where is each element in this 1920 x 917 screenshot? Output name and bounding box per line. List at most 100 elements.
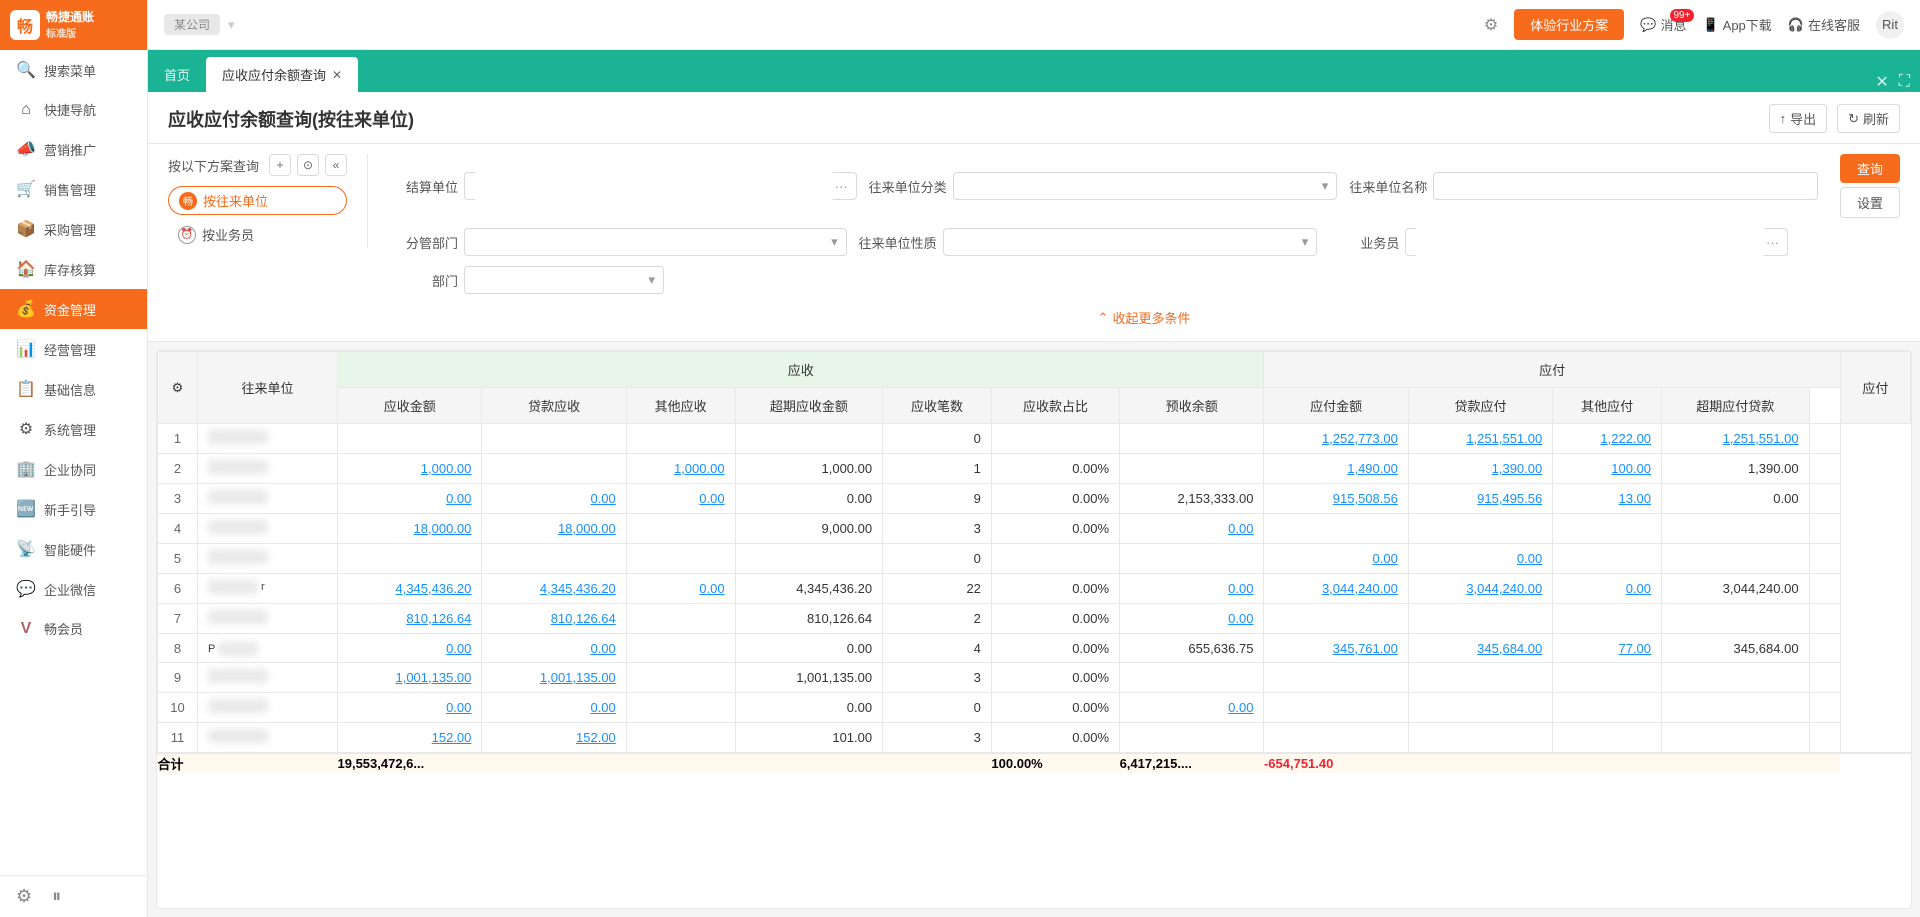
th-prepay: 预收余额: [1120, 388, 1264, 424]
scheme-option-staff[interactable]: ⏰ 按业务员: [168, 221, 347, 248]
sidebar-item-enterprise[interactable]: 🏢 企业协同: [0, 449, 147, 489]
cell-ap-extra: [1809, 604, 1840, 634]
cell-ar-ratio: 0.00%: [991, 574, 1119, 604]
cell-ap-extra: [1809, 663, 1840, 693]
footer-ar-count: [883, 753, 992, 773]
sidebar-item-label: 基础信息: [44, 380, 96, 399]
filter-field-partner-name: 往来单位名称: [1349, 172, 1818, 200]
sidebar-item-management[interactable]: 📊 经营管理: [0, 329, 147, 369]
tab-close-all-icon[interactable]: ✕: [1875, 72, 1888, 92]
department-select[interactable]: ▾: [464, 266, 664, 294]
cell-ar-loan: 1,001,135.00: [482, 663, 626, 693]
partner-name-input[interactable]: [1433, 172, 1818, 200]
export-button[interactable]: ↑ 导出: [1769, 104, 1828, 133]
th-partner: 往来单位: [198, 352, 338, 424]
ap-amount-link[interactable]: 1,252,773.00: [1322, 431, 1398, 446]
online-service-button[interactable]: 🎧 在线客服: [1788, 15, 1860, 34]
th-group-ar: 应收: [338, 352, 1264, 388]
filter-collapse-btn[interactable]: ⌃ 收起更多条件: [388, 304, 1900, 331]
home-icon: ⌂: [16, 101, 36, 119]
sidebar-item-weixin[interactable]: 💬 企业微信: [0, 569, 147, 609]
cell-ar-amount: 0.00: [338, 693, 482, 723]
cell-ap-extra: [1809, 634, 1840, 663]
setting-button[interactable]: 设置: [1840, 187, 1900, 218]
cell-ar-amount: 0.00: [338, 634, 482, 663]
table-row: 7 810,126.64 810,126.64 810,126.64 2 0.0…: [158, 604, 1911, 634]
sidebar-item-member[interactable]: V 畅会员: [0, 609, 147, 648]
sidebar-item-sales[interactable]: 🛒 销售管理: [0, 169, 147, 209]
tab-expand-icon[interactable]: ⛶: [1899, 73, 1910, 91]
sidebar-item-marketing[interactable]: 📣 营销推广: [0, 129, 147, 169]
th-ar-ratio: 应收款占比: [991, 388, 1119, 424]
header-gear-icon[interactable]: ⚙: [1484, 15, 1498, 35]
sidebar-item-inventory[interactable]: 🏠 库存核算: [0, 249, 147, 289]
notification-button[interactable]: 💬 消息 99+: [1640, 15, 1686, 34]
sidebar-collapse-icon[interactable]: ⏸: [52, 886, 61, 907]
inventory-icon: 🏠: [16, 259, 36, 279]
settlement-input-wrapper[interactable]: ···: [464, 172, 857, 200]
sidebar-item-system[interactable]: ⚙ 系统管理: [0, 409, 147, 449]
cell-prepay: 2,153,333.00: [1120, 484, 1264, 514]
page-title: 应收应付余额查询(按往来单位): [168, 106, 414, 132]
member-icon: V: [16, 620, 36, 638]
scheme-add-btn[interactable]: +: [269, 154, 291, 176]
scheme-option-partner[interactable]: 畅 按往来单位: [168, 186, 347, 215]
cell-prepay: 655,636.75: [1120, 634, 1264, 663]
cell-ar-count: 4: [883, 634, 992, 663]
footer-ar-loan: [482, 753, 626, 773]
ap-overdue-link[interactable]: 1,251,551.00: [1723, 431, 1799, 446]
partner-name-label: 往来单位名称: [1349, 177, 1427, 196]
cell-partner: [198, 544, 338, 574]
th-ar-other: 其他应收: [626, 388, 735, 424]
cell-ap-amount: [1264, 723, 1408, 754]
sidebar-item-base[interactable]: 📋 基础信息: [0, 369, 147, 409]
query-btn-group: 查询 设置: [1840, 154, 1900, 218]
user-avatar[interactable]: Rit: [1876, 11, 1904, 39]
refresh-button[interactable]: ↻ 刷新: [1837, 104, 1900, 133]
sidebar-settings-icon[interactable]: ⚙: [16, 886, 32, 907]
home-tab-label: 首页: [164, 65, 190, 84]
query-button[interactable]: 查询: [1840, 154, 1900, 183]
footer-ap-extra: [1809, 753, 1840, 773]
partner-scheme-label: 按往来单位: [203, 191, 268, 210]
cell-partner: P: [198, 634, 338, 663]
cell-ap-other: [1553, 544, 1662, 574]
salesman-input[interactable]: [1414, 228, 1766, 256]
cell-ap-overdue: [1662, 544, 1810, 574]
cell-ap-extra: [1809, 424, 1840, 454]
cell-no: 9: [158, 663, 198, 693]
cell-ap-extra: [1809, 544, 1840, 574]
tab-home[interactable]: 首页: [148, 57, 206, 92]
ap-other-link[interactable]: 1,222.00: [1600, 431, 1651, 446]
sidebar-item-finance[interactable]: 💰 资金管理: [0, 289, 147, 329]
cell-ar-other: [626, 544, 735, 574]
scheme-settings-btn[interactable]: ⊙: [297, 154, 319, 176]
th-ap-loan: 贷款应付: [1408, 388, 1552, 424]
solution-button[interactable]: 体验行业方案: [1514, 9, 1624, 40]
ap-loan-link[interactable]: 1,251,551.00: [1466, 431, 1542, 446]
sidebar-item-shortcut[interactable]: ⌂ 快捷导航: [0, 90, 147, 129]
notification-badge: 99+: [1670, 9, 1695, 22]
cell-ap-overdue: [1662, 723, 1810, 754]
salesman-dots[interactable]: ···: [1766, 235, 1779, 250]
tab-ar-ap[interactable]: 应收应付余额查询 ✕: [206, 57, 358, 92]
sidebar-item-search[interactable]: 🔍 搜索菜单: [0, 50, 147, 90]
cell-prepay: 0.00: [1120, 574, 1264, 604]
sidebar-item-purchase[interactable]: 📦 采购管理: [0, 209, 147, 249]
department-chevron: ▾: [648, 272, 655, 288]
settlement-input[interactable]: [473, 172, 835, 200]
partner-type-select[interactable]: ▾: [953, 172, 1338, 200]
sidebar-item-label: 畅会员: [44, 619, 83, 638]
dept-select[interactable]: ▾: [464, 228, 847, 256]
table-container[interactable]: ⚙ 往来单位 应收 应付 应付 应收金额 贷款应收 其他应收 超期应收金额 应收…: [156, 350, 1912, 909]
tab-close-icon[interactable]: ✕: [332, 68, 342, 82]
partner-nature-select[interactable]: ▾: [943, 228, 1318, 256]
sidebar-item-guide[interactable]: 🆕 新手引导: [0, 489, 147, 529]
sidebar-item-hardware[interactable]: 📡 智能硬件: [0, 529, 147, 569]
app-download-button[interactable]: 📱 App下载: [1702, 15, 1771, 34]
scheme-collapse-btn[interactable]: «: [325, 154, 347, 176]
settlement-dots[interactable]: ···: [835, 179, 848, 194]
salesman-input-wrapper[interactable]: ···: [1405, 228, 1788, 256]
data-table: ⚙ 往来单位 应收 应付 应付 应收金额 贷款应收 其他应收 超期应收金额 应收…: [157, 351, 1911, 773]
settings-col-icon[interactable]: ⚙: [172, 380, 184, 395]
